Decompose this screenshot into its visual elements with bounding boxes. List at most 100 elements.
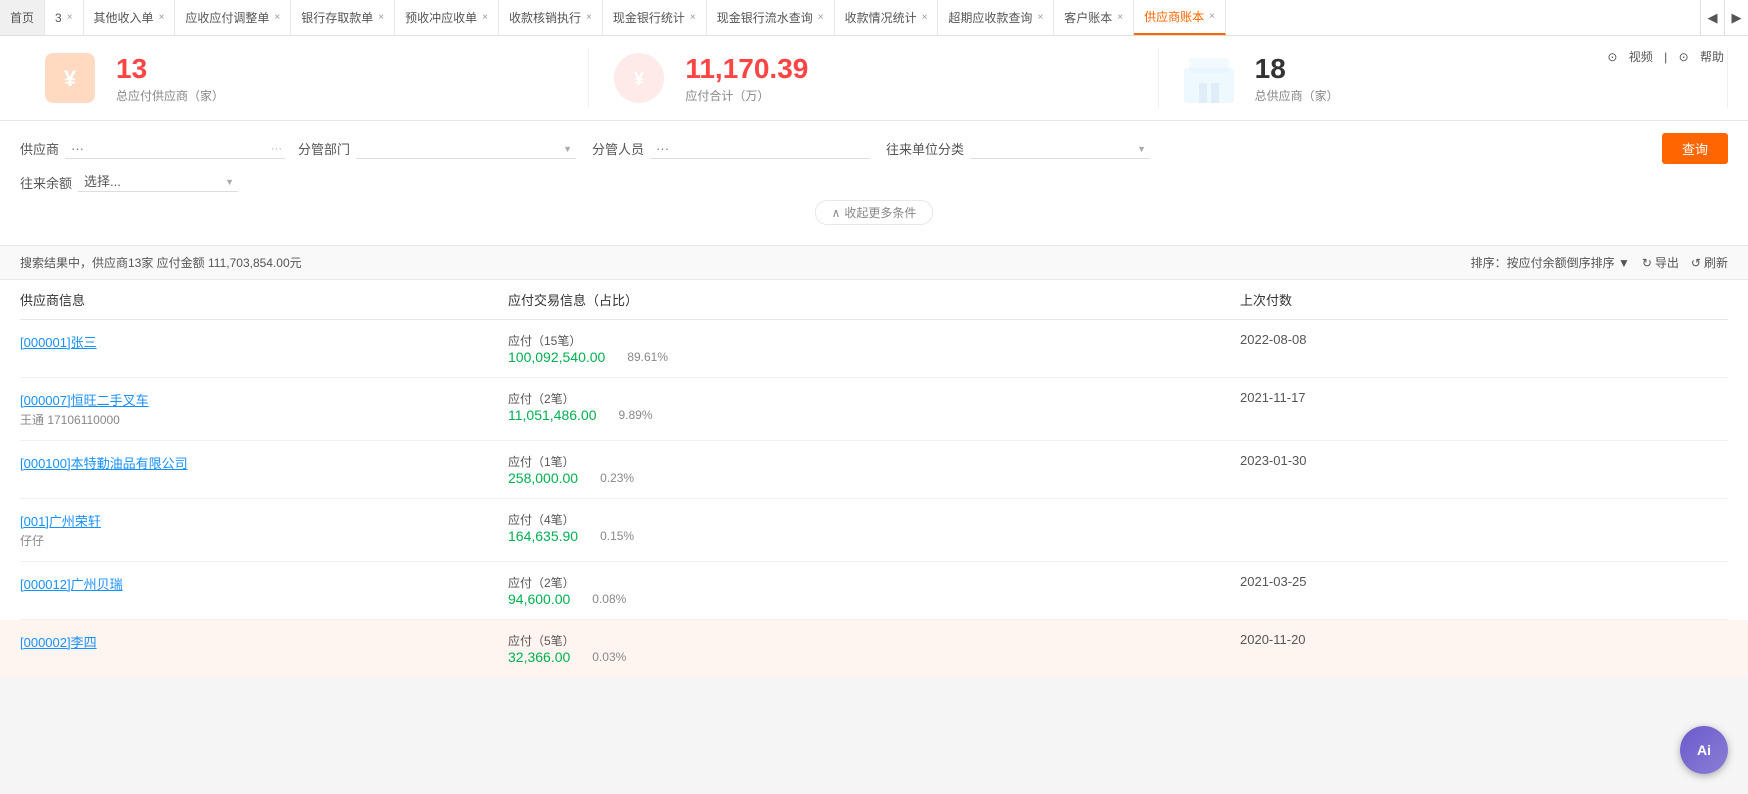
export-label: 导出 [1655,254,1679,271]
nav-tab-receipt-stats-label: 收款情况统计 [845,9,917,26]
ai-button[interactable]: Ai [1680,726,1728,774]
supplier-link-1[interactable]: [000007]恒旺二手叉车 [20,390,508,409]
unit-type-select-wrap [970,139,1150,159]
close-icon[interactable]: × [1037,12,1043,23]
export-button[interactable]: ↻ 导出 [1642,254,1679,271]
nav-tab-ar-adjust[interactable]: 应收应付调整单 × [175,0,291,35]
nav-tab-receipt-stats[interactable]: 收款情况统计 × [835,0,939,35]
stat-payable-suppliers-content: 13 总应付供应商（家） [116,52,224,105]
last-pay-2: 2023-01-30 [1240,453,1728,468]
payable-amount-5: 32,366.00 [508,649,570,665]
supplier-sub-3: 仔仔 [20,532,508,549]
last-pay-4: 2021-03-25 [1240,574,1728,589]
supplier-link-5[interactable]: [000002]李四 [20,632,508,651]
person-input[interactable] [650,139,870,159]
dept-select[interactable] [356,139,576,159]
video-link[interactable]: 视频 [1629,50,1653,64]
last-pay-date-4: 2021-03-25 [1240,574,1307,589]
nav-tab-supplier-account-label: 供应商账本 [1144,8,1204,25]
close-icon[interactable]: × [67,12,73,23]
payable-note-3: 应付（4笔） [508,511,1240,528]
circle-icon-2: ⊙ [1679,50,1689,64]
query-button[interactable]: 查询 [1662,133,1728,164]
supplier-link-2[interactable]: [000100]本特勤油品有限公司 [20,453,508,472]
stat-payable-suppliers: ¥ 13 总应付供应商（家） [20,48,589,108]
close-icon[interactable]: × [378,12,384,23]
supplier-ellipsis: ··· [271,143,282,155]
last-pay-date-2: 2023-01-30 [1240,453,1307,468]
sort-select[interactable]: 排序：按应付余额倒序排序 ▼ [1471,254,1630,271]
export-icon: ↻ [1642,256,1652,270]
last-pay-0: 2022-08-08 [1240,332,1728,347]
payable-info-2: 应付（1笔） 258,000.00 0.23% [508,453,1240,486]
supplier-link-0[interactable]: [000001]张三 [20,332,508,351]
close-icon[interactable]: × [922,12,928,23]
nav-next-arrow[interactable]: ▶ [1724,0,1748,36]
nav-tab-receipt-execute[interactable]: 收款核销执行 × [499,0,603,35]
col-header-lastpay: 上次付数 [1240,290,1728,309]
refresh-button[interactable]: ↺ 刷新 [1691,254,1728,271]
nav-tab-receipt-execute-label: 收款核销执行 [509,9,581,26]
payable-info-1: 应付（2笔） 11,051,486.00 9.89% [508,390,1240,423]
close-icon[interactable]: × [586,12,592,23]
nav-tab-supplier-account[interactable]: 供应商账本 × [1134,0,1226,35]
supplier-input[interactable] [65,139,285,159]
balance-select[interactable]: 选择... [78,172,238,192]
supplier-link-4[interactable]: [000012]广州贝瑞 [20,574,508,593]
refresh-icon: ↺ [1691,256,1701,270]
dept-filter-label: 分管部门 [298,139,350,158]
close-icon[interactable]: × [159,12,165,23]
nav-prev-arrow[interactable]: ◀ [1700,0,1724,36]
payable-note-4: 应付（2笔） [508,574,1240,591]
nav-tab-overdue-ar[interactable]: 超期应收款查询 × [938,0,1054,35]
nav-tab-customer-account[interactable]: 客户账本 × [1054,0,1134,35]
help-link[interactable]: 帮助 [1700,50,1724,64]
payable-note-2: 应付（1笔） [508,453,1240,470]
svg-text:¥: ¥ [64,66,77,91]
nav-tab-bank-deposit[interactable]: 银行存取款单 × [291,0,395,35]
payable-amount-2: 258,000.00 [508,470,578,486]
close-icon[interactable]: × [690,12,696,23]
nav-tab-advance-offset[interactable]: 预收冲应收单 × [395,0,499,35]
nav-tab-cash-flow[interactable]: 现金银行流水查询 × [707,0,835,35]
nav-tab-3[interactable]: 3 × [45,0,84,35]
table-row: [000007]恒旺二手叉车 王通 17106110000 应付（2笔） 11,… [20,378,1728,441]
supplier-link-3[interactable]: [001]广州荣轩 [20,511,508,530]
close-icon[interactable]: × [818,12,824,23]
nav-tab-other-income[interactable]: 其他收入单 × [84,0,176,35]
filter-supplier: 供应商 ··· [20,139,282,159]
table-header: 供应商信息 应付交易信息（占比） 上次付数 [20,280,1728,320]
chevron-up-icon: ∧ [832,206,841,220]
balance-select-wrap: 选择... [78,172,238,192]
payable-total-amount: 11,170.39 [685,52,808,86]
close-icon[interactable]: × [274,12,280,23]
close-icon[interactable]: × [482,12,488,23]
balance-filter-label: 往来余额 [20,173,72,192]
table-row: [001]广州荣轩 仔仔 应付（4笔） 164,635.90 0.15% [20,499,1728,562]
last-pay-1: 2021-11-17 [1240,390,1728,405]
payable-pct-1: 9.89% [619,408,653,422]
nav-tab-3-label: 3 [55,11,62,25]
payable-total-icon: ¥ [609,48,669,108]
payable-suppliers-label: 总应付供应商（家） [116,87,224,104]
chevron-down-icon: ▼ [1618,256,1630,270]
nav-tab-cash-stats[interactable]: 现金银行统计 × [603,0,707,35]
close-icon[interactable]: × [1209,11,1215,22]
unit-type-select[interactable] [970,139,1150,159]
supplier-info-1: [000007]恒旺二手叉车 王通 17106110000 [20,390,508,428]
payable-info-5: 应付（5笔） 32,366.00 0.03% [508,632,1240,665]
nav-tab-bank-deposit-label: 银行存取款单 [301,9,373,26]
collapse-button[interactable]: ∧ 收起更多条件 [20,200,1728,225]
supplier-info-4: [000012]广州贝瑞 [20,574,508,593]
ai-button-label: Ai [1697,742,1711,758]
nav-arrows: ◀ ▶ [1700,0,1748,36]
supplier-info-2: [000100]本特勤油品有限公司 [20,453,508,472]
unit-type-filter-label: 往来单位分类 [886,139,964,158]
payable-suppliers-icon: ¥ [40,48,100,108]
nav-tab-home[interactable]: 首页 [0,0,45,35]
close-icon[interactable]: × [1117,12,1123,23]
stats-bar: ¥ 13 总应付供应商（家） ¥ 11,170.39 应付合计（万） [0,36,1748,121]
stat-payable-total-content: 11,170.39 应付合计（万） [685,52,808,105]
nav-tab-advance-offset-label: 预收冲应收单 [405,9,477,26]
col-header-supplier: 供应商信息 [20,290,508,309]
